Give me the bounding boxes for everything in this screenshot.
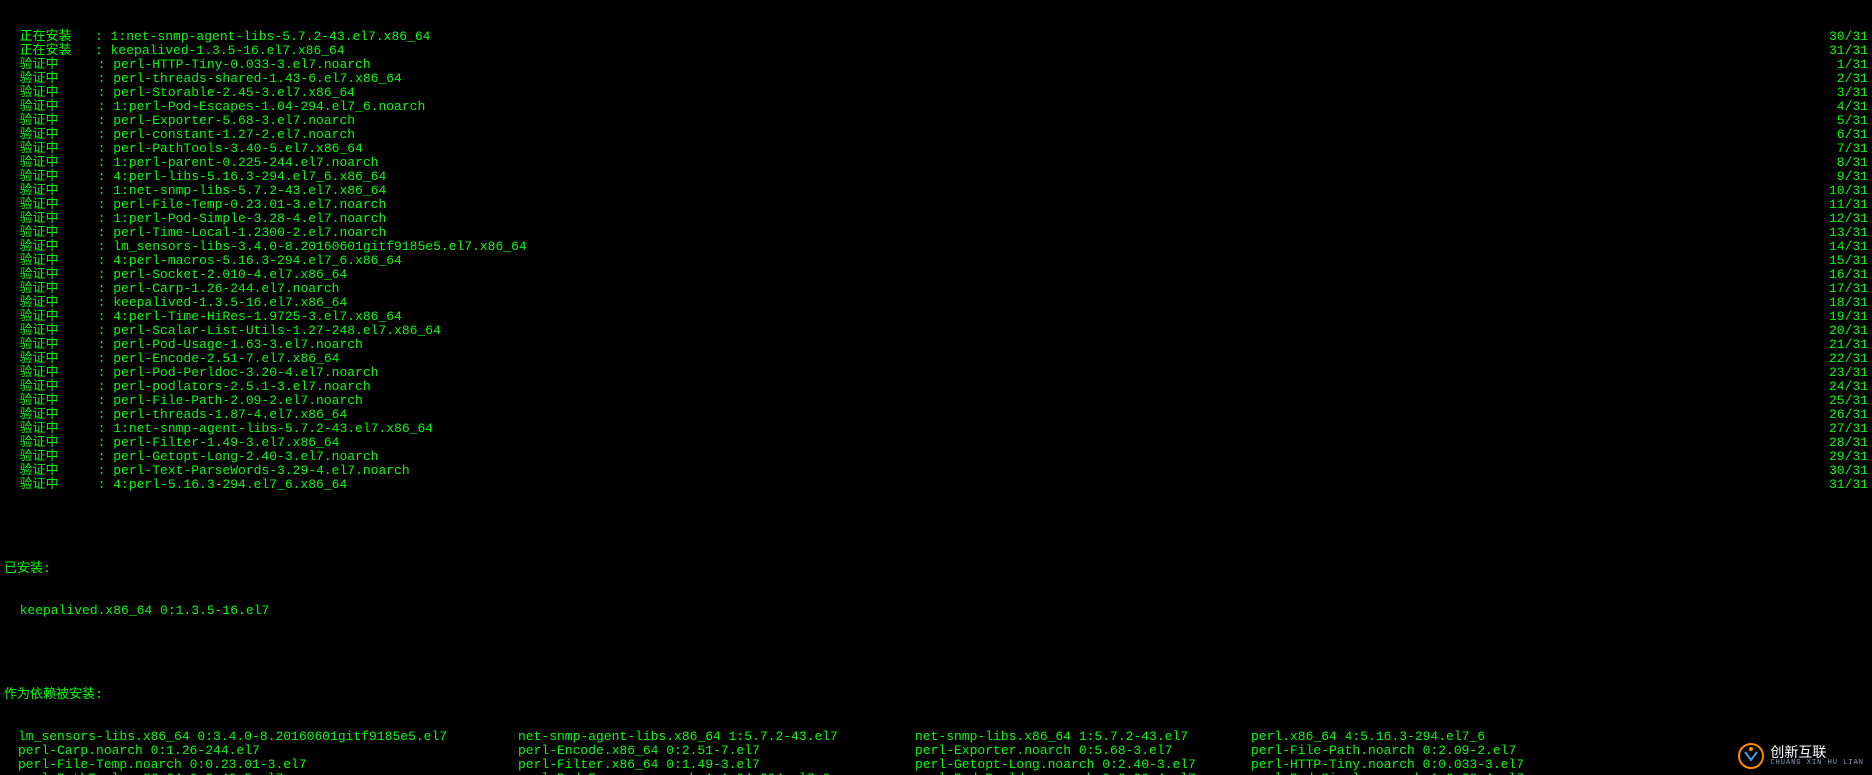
- progress-line: 验证中 : 4:perl-5.16.3-294.el7_6.x86_6431/3…: [4, 478, 1868, 492]
- progress-line: 正在安装 : keepalived-1.3.5-16.el7.x86_6431/…: [4, 44, 1868, 58]
- progress-line: 验证中 : lm_sensors-libs-3.4.0-8.20160601gi…: [4, 240, 1868, 254]
- dependency-item: perl-Filter.x86_64 0:1.49-3.el7: [518, 758, 915, 772]
- dependency-item: perl-HTTP-Tiny.noarch 0:0.033-3.el7: [1251, 758, 1651, 772]
- dependency-item: perl-Carp.noarch 0:1.26-244.el7: [18, 744, 518, 758]
- progress-line: 验证中 : perl-constant-1.27-2.el7.noarch6/3…: [4, 128, 1868, 142]
- dependency-item: perl-File-Path.noarch 0:2.09-2.el7: [1251, 744, 1651, 758]
- progress-line: 验证中 : perl-HTTP-Tiny-0.033-3.el7.noarch1…: [4, 58, 1868, 72]
- dependency-header: 作为依赖被安装:: [4, 688, 1868, 702]
- progress-line: 验证中 : perl-Exporter-5.68-3.el7.noarch5/3…: [4, 114, 1868, 128]
- dependency-item: perl-File-Temp.noarch 0:0.23.01-3.el7: [18, 758, 518, 772]
- progress-line: 验证中 : perl-Socket-2.010-4.el7.x86_6416/3…: [4, 268, 1868, 282]
- logo-brand: 创新互联: [1770, 745, 1864, 759]
- dependency-item: net-snmp-libs.x86_64 1:5.7.2-43.el7: [915, 730, 1251, 744]
- progress-line: 正在安装 : 1:net-snmp-agent-libs-5.7.2-43.el…: [4, 30, 1868, 44]
- progress-line: 验证中 : 1:net-snmp-libs-5.7.2-43.el7.x86_6…: [4, 184, 1868, 198]
- progress-line: 验证中 : perl-podlators-2.5.1-3.el7.noarch2…: [4, 380, 1868, 394]
- progress-line: 验证中 : perl-Carp-1.26-244.el7.noarch17/31: [4, 282, 1868, 296]
- logo-icon: [1738, 743, 1764, 769]
- progress-line: 验证中 : 1:perl-Pod-Simple-3.28-4.el7.noarc…: [4, 212, 1868, 226]
- progress-line: 验证中 : 1:perl-parent-0.225-244.el7.noarch…: [4, 156, 1868, 170]
- progress-line: 验证中 : perl-Pod-Perldoc-3.20-4.el7.noarch…: [4, 366, 1868, 380]
- progress-line: 验证中 : perl-Time-Local-1.2300-2.el7.noarc…: [4, 226, 1868, 240]
- progress-line: 验证中 : perl-Getopt-Long-2.40-3.el7.noarch…: [4, 450, 1868, 464]
- progress-line: 验证中 : perl-PathTools-3.40-5.el7.x86_647/…: [4, 142, 1868, 156]
- progress-line: 验证中 : 4:perl-macros-5.16.3-294.el7_6.x86…: [4, 254, 1868, 268]
- progress-line: 验证中 : perl-Text-ParseWords-3.29-4.el7.no…: [4, 464, 1868, 478]
- progress-line: 验证中 : perl-Pod-Usage-1.63-3.el7.noarch21…: [4, 338, 1868, 352]
- terminal-output[interactable]: 正在安装 : 1:net-snmp-agent-libs-5.7.2-43.el…: [0, 0, 1872, 775]
- dependency-item: perl-Getopt-Long.noarch 0:2.40-3.el7: [915, 758, 1251, 772]
- progress-line: 验证中 : 1:perl-Pod-Escapes-1.04-294.el7_6.…: [4, 100, 1868, 114]
- progress-line: 验证中 : perl-Encode-2.51-7.el7.x86_6422/31: [4, 352, 1868, 366]
- dependency-item: perl-Exporter.noarch 0:5.68-3.el7: [915, 744, 1251, 758]
- progress-line: 验证中 : perl-File-Temp-0.23.01-3.el7.noarc…: [4, 198, 1868, 212]
- dependency-item: perl-Encode.x86_64 0:2.51-7.el7: [518, 744, 915, 758]
- dependency-item: net-snmp-agent-libs.x86_64 1:5.7.2-43.el…: [518, 730, 915, 744]
- dependency-item: lm_sensors-libs.x86_64 0:3.4.0-8.2016060…: [18, 730, 518, 744]
- installed-header: 已安装:: [4, 562, 1868, 576]
- progress-line: 验证中 : 4:perl-Time-HiRes-1.9725-3.el7.x86…: [4, 310, 1868, 324]
- progress-line: 验证中 : keepalived-1.3.5-16.el7.x86_6418/3…: [4, 296, 1868, 310]
- progress-line: 验证中 : perl-File-Path-2.09-2.el7.noarch25…: [4, 394, 1868, 408]
- progress-line: 验证中 : perl-Filter-1.49-3.el7.x86_6428/31: [4, 436, 1868, 450]
- progress-line: 验证中 : perl-threads-1.87-4.el7.x86_6426/3…: [4, 408, 1868, 422]
- progress-line: 验证中 : perl-threads-shared-1.43-6.el7.x86…: [4, 72, 1868, 86]
- progress-line: 验证中 : perl-Scalar-List-Utils-1.27-248.el…: [4, 324, 1868, 338]
- installed-package: keepalived.x86_64 0:1.3.5-16.el7: [4, 604, 1868, 618]
- dependency-item: perl.x86_64 4:5.16.3-294.el7_6: [1251, 730, 1651, 744]
- watermark-logo: 创新互联 CHUANG XIN HU LIAN: [1738, 743, 1864, 769]
- progress-line: 验证中 : perl-Storable-2.45-3.el7.x86_643/3…: [4, 86, 1868, 100]
- logo-sub: CHUANG XIN HU LIAN: [1770, 759, 1864, 767]
- dependency-columns: lm_sensors-libs.x86_64 0:3.4.0-8.2016060…: [4, 730, 1868, 775]
- progress-line: 验证中 : 4:perl-libs-5.16.3-294.el7_6.x86_6…: [4, 170, 1868, 184]
- progress-line: 验证中 : 1:net-snmp-agent-libs-5.7.2-43.el7…: [4, 422, 1868, 436]
